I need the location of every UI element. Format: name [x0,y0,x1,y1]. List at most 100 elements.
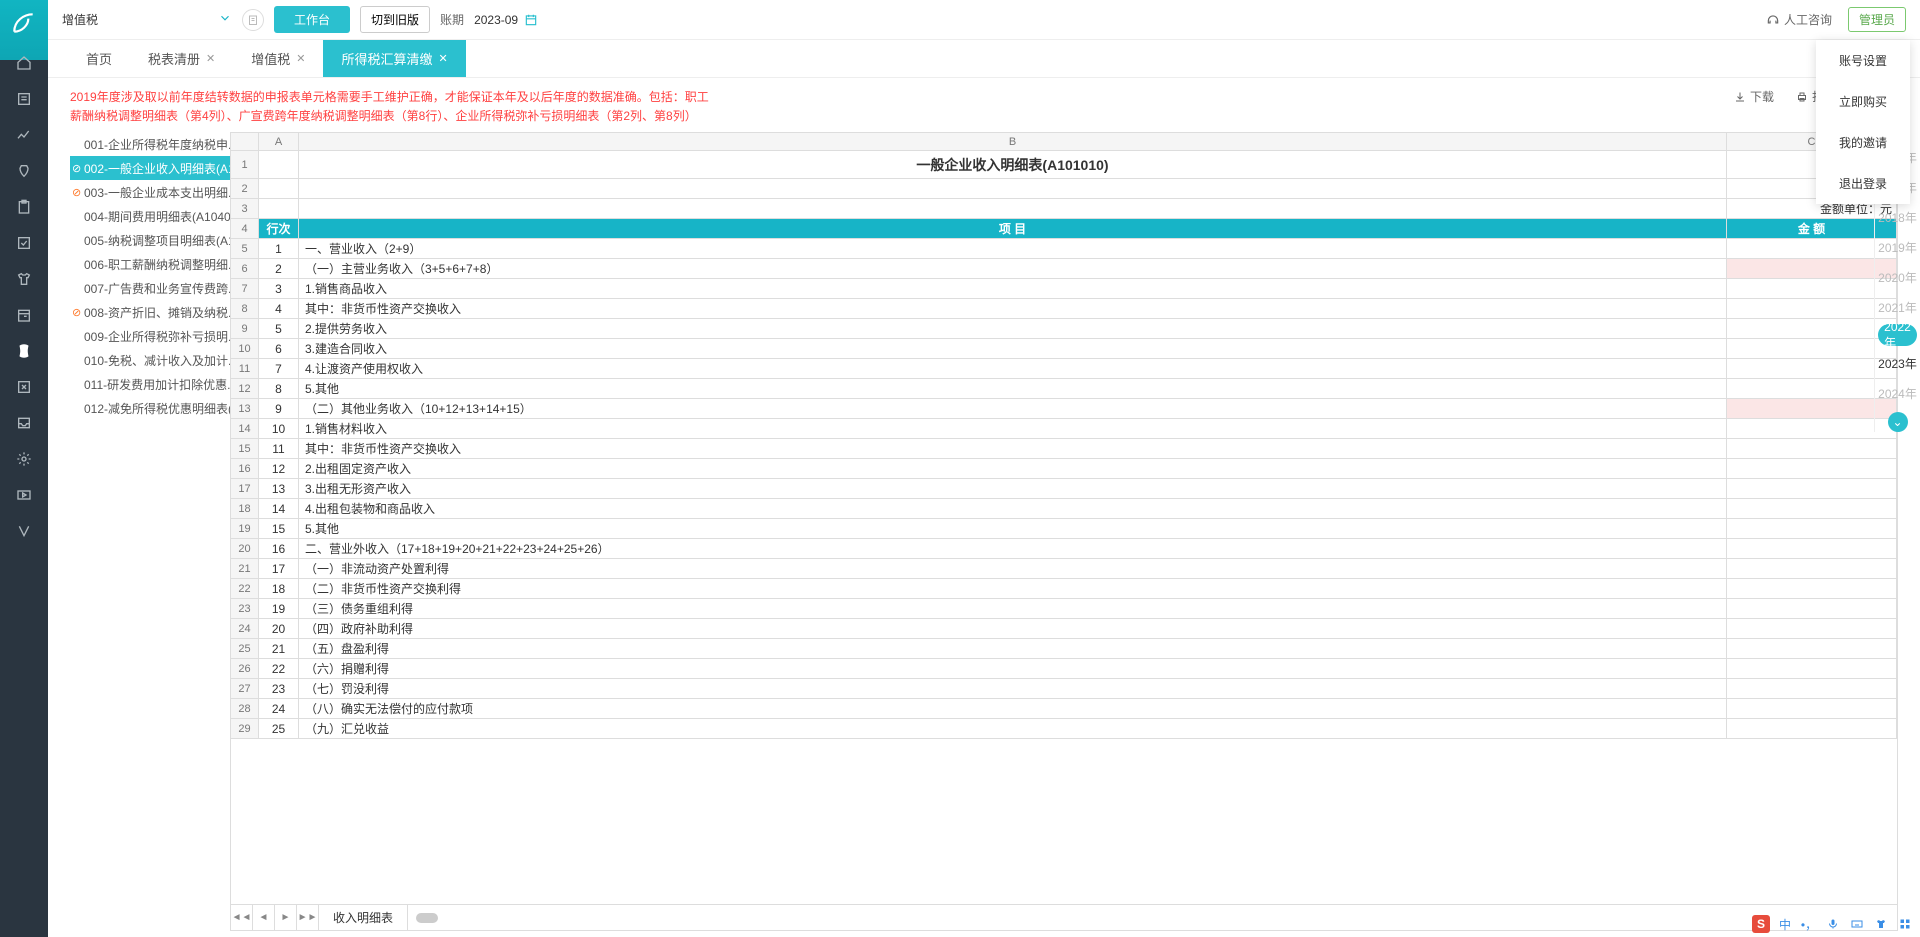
cell[interactable]: 5 [259,319,299,339]
cell[interactable]: 14 [259,499,299,519]
cell[interactable] [1727,559,1897,579]
row-number[interactable]: 4 [231,219,259,239]
cell[interactable]: 3.出租无形资产收入 [299,479,1727,499]
year-item[interactable]: 2023年 [1875,348,1920,378]
cell[interactable]: 1.销售商品收入 [299,279,1727,299]
col-header-b[interactable]: B [299,133,1727,151]
row-number[interactable]: 17 [231,479,259,499]
cell[interactable] [1727,379,1897,399]
workbench-button[interactable]: 工作台 [274,6,350,33]
row-number[interactable]: 18 [231,499,259,519]
cell[interactable]: 3 [259,279,299,299]
cell[interactable] [1727,679,1897,699]
row-number[interactable]: 22 [231,579,259,599]
cell[interactable]: 7 [259,359,299,379]
cell[interactable]: （一）非流动资产处置利得 [299,559,1727,579]
row-number[interactable]: 15 [231,439,259,459]
year-item[interactable]: 2018年 [1875,202,1920,232]
ime-brand-icon[interactable]: S [1752,915,1770,933]
cell[interactable]: 4.出租包装物和商品收入 [299,499,1727,519]
consult-link[interactable]: 人工咨询 [1760,11,1838,28]
tree-item[interactable]: 009-企业所得税弥补亏损明... [70,324,230,348]
cell[interactable] [1727,319,1897,339]
nav-inbox-icon[interactable] [15,414,33,432]
cell[interactable]: 11 [259,439,299,459]
cell[interactable] [1727,539,1897,559]
year-more-icon[interactable]: ⌄ [1888,412,1908,432]
row-number[interactable]: 8 [231,299,259,319]
ime-punct-icon[interactable]: •， [1800,915,1818,933]
cell[interactable] [1727,579,1897,599]
close-icon[interactable]: ✕ [206,52,215,65]
cell[interactable]: 20 [259,619,299,639]
cell[interactable]: 其中：非货币性资产交换收入 [299,439,1727,459]
nav-tax-icon[interactable] [15,342,33,360]
sheet-nav-prev[interactable]: ◄ [253,905,275,930]
hscroll-track[interactable] [416,913,1889,923]
cell[interactable]: 18 [259,579,299,599]
ime-shirt-icon[interactable] [1872,915,1890,933]
cell[interactable]: （三）债务重组利得 [299,599,1727,619]
tree-item[interactable]: 012-减免所得税优惠明细表(... [70,396,230,420]
cell[interactable]: 2.提供劳务收入 [299,319,1727,339]
cell[interactable]: 25 [259,719,299,739]
ime-grid-icon[interactable] [1896,915,1914,933]
row-number[interactable]: 16 [231,459,259,479]
cell[interactable]: 4.让渡资产使用权收入 [299,359,1727,379]
cell[interactable]: 9 [259,399,299,419]
cell[interactable]: （二）非货币性资产交换利得 [299,579,1727,599]
row-number[interactable]: 14 [231,419,259,439]
cell[interactable] [1727,419,1897,439]
cell[interactable] [1727,259,1897,279]
cell[interactable] [1727,599,1897,619]
row-number[interactable]: 19 [231,519,259,539]
cell[interactable] [1727,659,1897,679]
row-number[interactable]: 29 [231,719,259,739]
row-number[interactable]: 26 [231,659,259,679]
nav-settings-icon[interactable] [15,450,33,468]
cell[interactable]: 15 [259,519,299,539]
row-number[interactable]: 28 [231,699,259,719]
user-menu-item[interactable]: 账号设置 [1816,40,1910,81]
cell[interactable]: 13 [259,479,299,499]
tree-item[interactable]: 011-研发费用加计扣除优惠... [70,372,230,396]
cell[interactable]: 4 [259,299,299,319]
sheet-body[interactable]: 1一般企业收入明细表(A101010)23金额单位：元4行次项 目金 额51一、… [231,151,1897,904]
year-item[interactable]: 2022年 [1878,324,1917,346]
period-picker[interactable]: 2023-09 [474,13,538,27]
cell[interactable]: 1 [259,239,299,259]
tree-item[interactable]: 006-职工薪酬纳税调整明细... [70,252,230,276]
module-dropdown[interactable]: 增值税 [62,11,232,28]
cell[interactable]: （五）盘盈利得 [299,639,1727,659]
year-item[interactable]: 2019年 [1875,232,1920,262]
row-number[interactable]: 5 [231,239,259,259]
cell[interactable]: 17 [259,559,299,579]
nav-review-icon[interactable] [15,234,33,252]
cell[interactable]: 10 [259,419,299,439]
user-menu-item[interactable]: 立即购买 [1816,81,1910,122]
row-number[interactable]: 20 [231,539,259,559]
cell[interactable]: 3.建造合同收入 [299,339,1727,359]
ime-lang[interactable]: 中 [1776,915,1794,933]
row-number[interactable]: 1 [231,151,259,179]
cell[interactable]: 16 [259,539,299,559]
cell[interactable]: 23 [259,679,299,699]
sheet-corner[interactable] [231,133,259,151]
row-number[interactable]: 21 [231,559,259,579]
cell[interactable]: 其中：非货币性资产交换收入 [299,299,1727,319]
nav-ledger-icon[interactable] [15,90,33,108]
cell[interactable] [1727,619,1897,639]
cell[interactable] [1727,459,1897,479]
cell[interactable]: 5.其他 [299,379,1727,399]
nav-video-icon[interactable] [15,486,33,504]
nav-shirt-icon[interactable] [15,270,33,288]
year-item[interactable]: 2020年 [1875,262,1920,292]
cell[interactable]: 24 [259,699,299,719]
row-number[interactable]: 9 [231,319,259,339]
admin-button[interactable]: 管理员 [1848,7,1906,32]
row-number[interactable]: 6 [231,259,259,279]
page-tab[interactable]: 增值税✕ [233,40,323,77]
year-item[interactable]: 2021年 [1875,292,1920,322]
cell[interactable]: 12 [259,459,299,479]
cell[interactable]: （二）其他业务收入（10+12+13+14+15） [299,399,1727,419]
